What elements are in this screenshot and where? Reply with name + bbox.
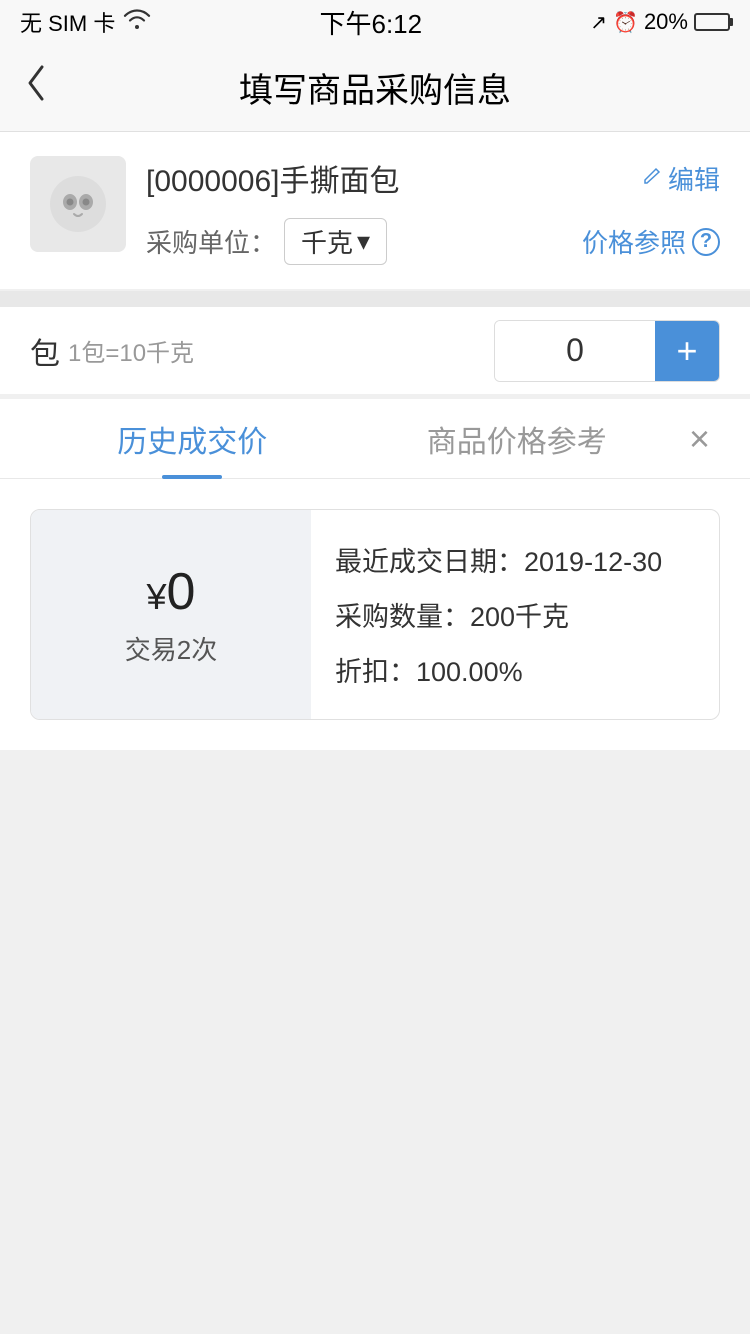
purchase-qty-row: 采购数量：200千克 bbox=[335, 595, 695, 634]
quantity-plus-button[interactable]: + bbox=[655, 321, 719, 381]
status-left: 无 SIM 卡 bbox=[20, 6, 151, 38]
tab-history-price[interactable]: 历史成交价 bbox=[30, 399, 354, 479]
tab-product-price-ref[interactable]: 商品价格参考 bbox=[354, 399, 678, 479]
unit-label: 采购单位： 千克 ▾ bbox=[146, 218, 387, 265]
price-card: ¥0 交易2次 最近成交日期：2019-12-30 采购数量：200千克 折扣：… bbox=[30, 509, 720, 720]
back-button[interactable] bbox=[24, 63, 48, 112]
product-name: [0000006]手撕面包 bbox=[146, 156, 399, 200]
product-section: [0000006]手撕面包 编辑 采购单位： 千克 ▾ bbox=[0, 132, 750, 289]
price-trades: 交易2次 bbox=[125, 630, 217, 667]
price-number: 0 bbox=[167, 563, 196, 621]
unit-row: 采购单位： 千克 ▾ 价格参照 ? bbox=[146, 218, 720, 265]
recent-date-value: 2019-12-30 bbox=[524, 547, 662, 577]
dropdown-arrow-icon: ▾ bbox=[357, 226, 370, 257]
price-reference-button[interactable]: 价格参照 ? bbox=[582, 223, 720, 260]
section-divider bbox=[0, 291, 750, 307]
status-bar: 无 SIM 卡 下午6:12 ↗ ⏰ 20% bbox=[0, 0, 750, 44]
alarm-icon: ⏰ bbox=[613, 10, 638, 35]
product-row: [0000006]手撕面包 编辑 采购单位： 千克 ▾ bbox=[30, 156, 720, 265]
status-time: 下午6:12 bbox=[320, 4, 423, 41]
tab-close-button[interactable]: × bbox=[679, 418, 720, 460]
product-thumbnail bbox=[30, 156, 126, 252]
price-card-left: ¥0 交易2次 bbox=[31, 510, 311, 719]
edit-label: 编辑 bbox=[668, 160, 720, 197]
battery-icon bbox=[694, 13, 730, 31]
battery-percent: 20% bbox=[644, 9, 688, 35]
quantity-input[interactable] bbox=[495, 321, 655, 381]
no-sim-label: 无 SIM 卡 bbox=[20, 6, 115, 38]
discount-label: 折扣： bbox=[335, 657, 416, 687]
recent-date-label: 最近成交日期： bbox=[335, 547, 524, 577]
nav-bar: 填写商品采购信息 bbox=[0, 44, 750, 132]
yen-symbol: ¥ bbox=[147, 576, 167, 617]
qty-unit-label: 包 bbox=[30, 329, 60, 373]
purchase-qty-value: 200千克 bbox=[470, 602, 569, 632]
purchase-qty-label: 采购数量： bbox=[335, 602, 470, 632]
qty-conversion-text: 1包=10千克 bbox=[68, 333, 494, 368]
product-header: [0000006]手撕面包 编辑 bbox=[146, 156, 720, 200]
tabs-section: 历史成交价 商品价格参考 × ¥0 交易2次 最近成交日期：2019-12-30… bbox=[0, 399, 750, 750]
unit-dropdown[interactable]: 千克 ▾ bbox=[284, 218, 387, 265]
plus-icon: + bbox=[676, 330, 697, 372]
edit-icon bbox=[642, 164, 664, 193]
tabs-header: 历史成交价 商品价格参考 × bbox=[0, 399, 750, 479]
wifi-icon bbox=[123, 8, 151, 36]
quantity-input-group: + bbox=[494, 320, 720, 382]
tab-content-history: ¥0 交易2次 最近成交日期：2019-12-30 采购数量：200千克 折扣：… bbox=[0, 479, 750, 750]
price-card-right: 最近成交日期：2019-12-30 采购数量：200千克 折扣：100.00% bbox=[311, 510, 719, 719]
discount-value: 100.00% bbox=[416, 657, 523, 687]
page-title: 填写商品采购信息 bbox=[239, 63, 511, 112]
price-display: ¥0 bbox=[147, 562, 196, 622]
edit-button[interactable]: 编辑 bbox=[642, 160, 720, 197]
discount-row: 折扣：100.00% bbox=[335, 650, 695, 689]
recent-date-row: 最近成交日期：2019-12-30 bbox=[335, 540, 695, 579]
quantity-row: 包 1包=10千克 + bbox=[0, 307, 750, 395]
help-icon: ? bbox=[692, 228, 720, 256]
product-info: [0000006]手撕面包 编辑 采购单位： 千克 ▾ bbox=[146, 156, 720, 265]
location-icon: ↗ bbox=[590, 10, 607, 35]
status-right: ↗ ⏰ 20% bbox=[590, 9, 730, 35]
